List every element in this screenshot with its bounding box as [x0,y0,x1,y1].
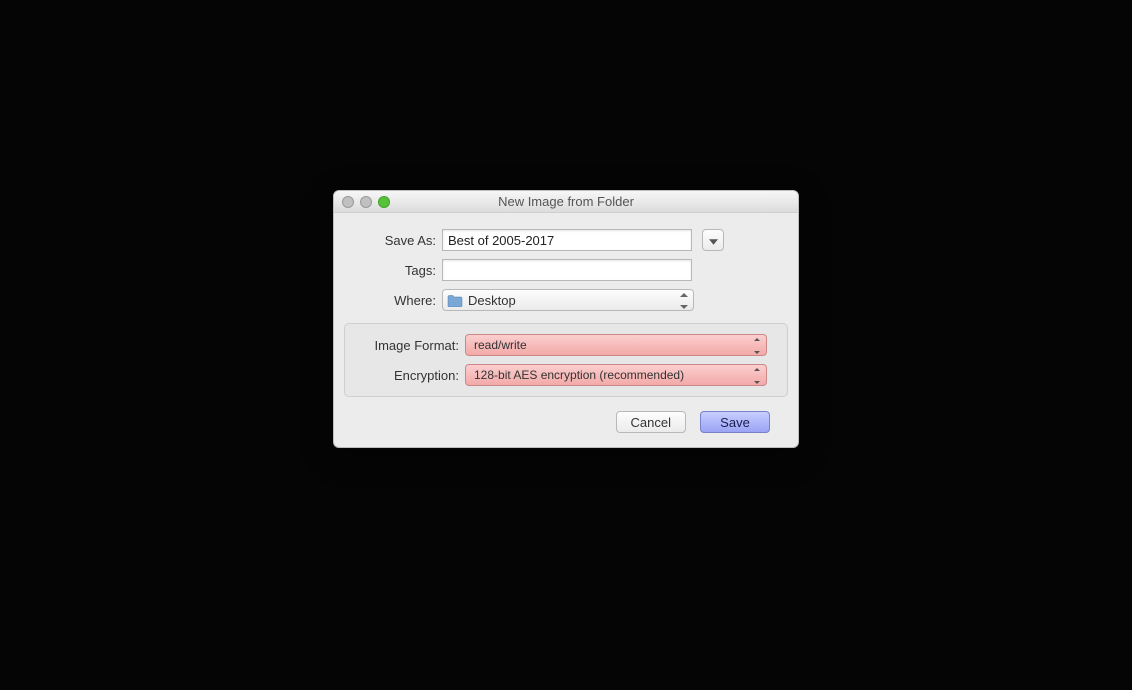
encryption-popup[interactable]: 128-bit AES encryption (recommended) [465,364,767,386]
save-button[interactable]: Save [700,411,770,433]
tags-input[interactable] [442,259,692,281]
where-value: Desktop [468,293,516,308]
save-as-input-wrap [442,229,692,251]
dialog-footer: Cancel Save [342,397,790,433]
tags-row: Tags: [342,259,790,281]
titlebar[interactable]: New Image from Folder [334,191,798,213]
image-format-popup-wrap: read/write [465,334,767,356]
tags-label: Tags: [342,263,442,278]
where-popup[interactable]: Desktop [442,289,694,311]
image-format-popup[interactable]: read/write [465,334,767,356]
chevron-down-icon [709,233,718,248]
image-format-row: Image Format: read/write [357,334,775,356]
options-group: Image Format: read/write Encryption: 1 [344,323,788,397]
encryption-row: Encryption: 128-bit AES encryption (reco… [357,364,775,386]
image-format-label: Image Format: [357,338,465,353]
traffic-lights [334,196,390,208]
where-label: Where: [342,293,442,308]
cancel-button[interactable]: Cancel [616,411,686,433]
image-format-value: read/write [474,338,527,352]
dialog-window: New Image from Folder Save As: Tags: Whe… [333,190,799,448]
folder-icon [447,294,463,307]
dialog-body: Save As: Tags: Where: [334,213,798,447]
save-as-label: Save As: [342,233,442,248]
minimize-window-button[interactable] [360,196,372,208]
window-title: New Image from Folder [334,194,798,209]
updown-icon [679,293,689,309]
close-window-button[interactable] [342,196,354,208]
where-row: Where: Desktop [342,289,790,311]
expand-save-panel-button[interactable] [702,229,724,251]
zoom-window-button[interactable] [378,196,390,208]
where-popup-wrap: Desktop [442,289,694,311]
save-as-input[interactable] [442,229,692,251]
encryption-value: 128-bit AES encryption (recommended) [474,368,684,382]
save-as-row: Save As: [342,229,790,251]
updown-icon [752,368,762,384]
encryption-label: Encryption: [357,368,465,383]
updown-icon [752,338,762,354]
tags-input-wrap [442,259,692,281]
encryption-popup-wrap: 128-bit AES encryption (recommended) [465,364,767,386]
